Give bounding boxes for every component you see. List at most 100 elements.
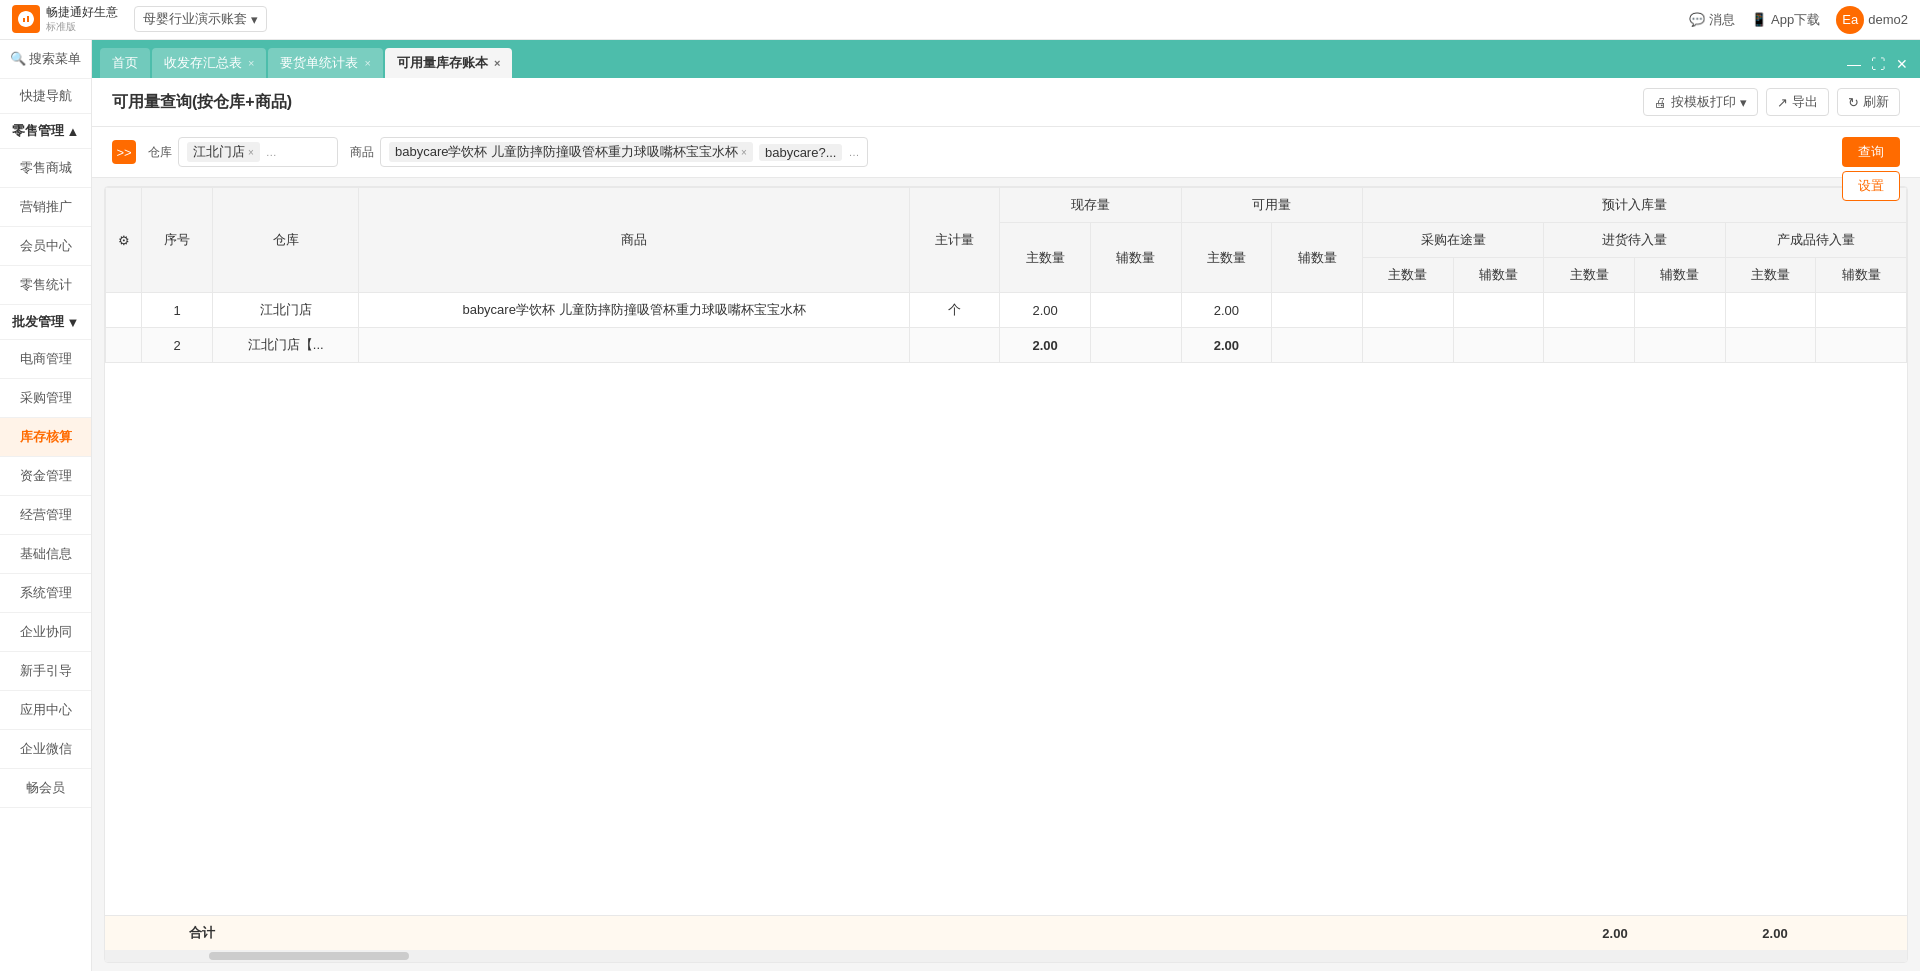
sidebar-item-retail-stats[interactable]: 零售统计 [0, 266, 91, 305]
tab-receipt-summary-close[interactable]: × [248, 57, 254, 69]
row2-product-main [1725, 328, 1816, 363]
row1-product: babycare学饮杯 儿童防摔防撞吸管杯重力球吸嘴杯宝宝水杯 [359, 293, 909, 328]
app-download-btn[interactable]: 📱 App下载 [1751, 11, 1820, 29]
sidebar-item-inventory-check[interactable]: 库存核算 [0, 418, 91, 457]
tab-order-stats-close[interactable]: × [364, 57, 370, 69]
industry-selector[interactable]: 母婴行业演示账套 ▾ [134, 6, 267, 32]
row1-stock-aux [1090, 293, 1181, 328]
th-planned-in: 预计入库量 [1362, 188, 1906, 223]
print-chevron-icon: ▾ [1740, 95, 1747, 110]
tab-available-inventory[interactable]: 可用量库存账本 × [385, 48, 512, 78]
marketing-label: 营销推广 [20, 198, 72, 216]
enterprise-collab-label: 企业协同 [20, 623, 72, 641]
th-stock-main: 主数量 [1000, 223, 1091, 293]
logo-icon [12, 5, 40, 33]
tab-available-inventory-close[interactable]: × [494, 57, 500, 69]
search-icon: 🔍 [10, 51, 26, 66]
th-settings[interactable]: ⚙ [106, 188, 142, 293]
tab-home[interactable]: 首页 [100, 48, 150, 78]
product-tag2-value: babycare?... [765, 145, 837, 160]
message-btn[interactable]: 💬 消息 [1689, 11, 1735, 29]
tab-home-label: 首页 [112, 54, 138, 72]
sidebar-item-marketing[interactable]: 营销推广 [0, 188, 91, 227]
warehouse-input[interactable]: 江北门店 × … [178, 137, 338, 167]
th-unit: 主计量 [909, 188, 1000, 293]
product-input[interactable]: babycare学饮杯 儿童防摔防撞吸管杯重力球吸嘴杯宝宝水杯 × babyca… [380, 137, 868, 167]
sidebar-item-enterprise-wechat[interactable]: 企业微信 [0, 730, 91, 769]
warehouse-more[interactable]: … [266, 146, 277, 158]
query-btn[interactable]: 查询 [1842, 137, 1900, 167]
th-product-pending: 产成品待入量 [1725, 223, 1906, 258]
page-header: 可用量查询(按仓库+商品) 🖨 按模板打印 ▾ ↗ 导出 ↻ 刷新 [92, 78, 1920, 127]
sidebar-item-enterprise-collab[interactable]: 企业协同 [0, 613, 91, 652]
refresh-label: 刷新 [1863, 93, 1889, 111]
message-label: 消息 [1709, 11, 1735, 29]
footer-available-main: 2.00 [1735, 926, 1815, 941]
sidebar-item-app-center[interactable]: 应用中心 [0, 691, 91, 730]
page-content: 可用量查询(按仓库+商品) 🖨 按模板打印 ▾ ↗ 导出 ↻ 刷新 [92, 78, 1920, 971]
sidebar-item-retail-mall[interactable]: 零售商城 [0, 149, 91, 188]
enterprise-wechat-label: 企业微信 [20, 740, 72, 758]
tab-maximize-btn[interactable]: ⛶ [1868, 54, 1888, 74]
filter-toggle-btn[interactable]: >> [112, 140, 136, 164]
sidebar-item-member[interactable]: 畅会员 [0, 769, 91, 808]
app-center-label: 应用中心 [20, 701, 72, 719]
tab-receipt-summary[interactable]: 收发存汇总表 × [152, 48, 266, 78]
sidebar-item-ecommerce-mgmt[interactable]: 电商管理 [0, 340, 91, 379]
scroll-thumb[interactable] [209, 952, 409, 960]
sidebar-item-operations-mgmt[interactable]: 经营管理 [0, 496, 91, 535]
expand-icon: >> [116, 145, 131, 160]
product-tag1-close[interactable]: × [741, 147, 747, 158]
tab-bar-actions: — ⛶ ✕ [1844, 54, 1912, 78]
warehouse-tag-close[interactable]: × [248, 147, 254, 158]
setting-btn[interactable]: 设置 [1842, 171, 1900, 201]
tab-order-stats-label: 要货单统计表 [280, 54, 358, 72]
sidebar-item-member-center[interactable]: 会员中心 [0, 227, 91, 266]
export-icon: ↗ [1777, 95, 1788, 110]
footer-stock-main: 2.00 [1575, 926, 1655, 941]
sidebar-item-basic-info[interactable]: 基础信息 [0, 535, 91, 574]
sidebar-item-purchase-mgmt[interactable]: 采购管理 [0, 379, 91, 418]
th-available-aux: 辅数量 [1272, 223, 1363, 293]
tab-minimize-btn[interactable]: — [1844, 54, 1864, 74]
row2-warehouse: 江北门店【... [213, 328, 359, 363]
table-row: 2 江北门店【... 2.00 2.00 [106, 328, 1907, 363]
search-label: 搜索菜单 [29, 51, 81, 66]
export-btn[interactable]: ↗ 导出 [1766, 88, 1829, 116]
warehouse-tag-value: 江北门店 [193, 143, 245, 161]
row2-available-main: 2.00 [1181, 328, 1272, 363]
tab-order-stats[interactable]: 要货单统计表 × [268, 48, 382, 78]
data-table: ⚙ 序号 仓库 商品 主计量 现存量 可用量 预计入库量 主数量 [105, 187, 1907, 363]
sidebar-quick-nav[interactable]: 快捷导航 [0, 79, 91, 114]
warehouse-label: 仓库 [148, 144, 172, 161]
product-tag1: babycare学饮杯 儿童防摔防撞吸管杯重力球吸嘴杯宝宝水杯 × [389, 142, 753, 162]
sidebar-search[interactable]: 🔍 搜索菜单 [0, 40, 91, 79]
row1-product-aux [1816, 293, 1907, 328]
sidebar: 🔍 搜索菜单 快捷导航 零售管理 ▲ 零售商城 营销推广 会员中心 零售统计 批… [0, 40, 92, 971]
sidebar-item-new-guide[interactable]: 新手引导 [0, 652, 91, 691]
sidebar-item-finance-mgmt[interactable]: 资金管理 [0, 457, 91, 496]
product-more[interactable]: … [848, 146, 859, 158]
page-actions: 🖨 按模板打印 ▾ ↗ 导出 ↻ 刷新 [1643, 88, 1900, 116]
print-btn[interactable]: 🖨 按模板打印 ▾ [1643, 88, 1758, 116]
th-warehouse: 仓库 [213, 188, 359, 293]
product-filter: 商品 babycare学饮杯 儿童防摔防撞吸管杯重力球吸嘴杯宝宝水杯 × bab… [350, 137, 868, 167]
sidebar-item-system-mgmt[interactable]: 系统管理 [0, 574, 91, 613]
row1-stock-main: 2.00 [1000, 293, 1091, 328]
th-purchase-in: 采购在途量 [1362, 223, 1543, 258]
retail-mall-label: 零售商城 [20, 159, 72, 177]
user-menu[interactable]: Ea demo2 [1836, 6, 1908, 34]
sidebar-item-wholesale-mgmt[interactable]: 批发管理 ▼ [0, 305, 91, 340]
member-label: 畅会员 [26, 779, 65, 797]
th-product-pending-aux: 辅数量 [1816, 258, 1907, 293]
refresh-btn[interactable]: ↻ 刷新 [1837, 88, 1900, 116]
content-area: 首页 收发存汇总表 × 要货单统计表 × 可用量库存账本 × — ⛶ ✕ [92, 40, 1920, 971]
th-num: 序号 [142, 188, 213, 293]
top-bar-left: 畅捷通好生意 标准版 母婴行业演示账套 ▾ [12, 5, 267, 33]
th-product: 商品 [359, 188, 909, 293]
filter-area: >> 仓库 江北门店 × … 商品 [92, 127, 1920, 178]
tab-close-btn[interactable]: ✕ [1892, 54, 1912, 74]
finance-mgmt-label: 资金管理 [20, 467, 72, 485]
sidebar-item-retail-mgmt[interactable]: 零售管理 ▲ [0, 114, 91, 149]
basic-info-label: 基础信息 [20, 545, 72, 563]
